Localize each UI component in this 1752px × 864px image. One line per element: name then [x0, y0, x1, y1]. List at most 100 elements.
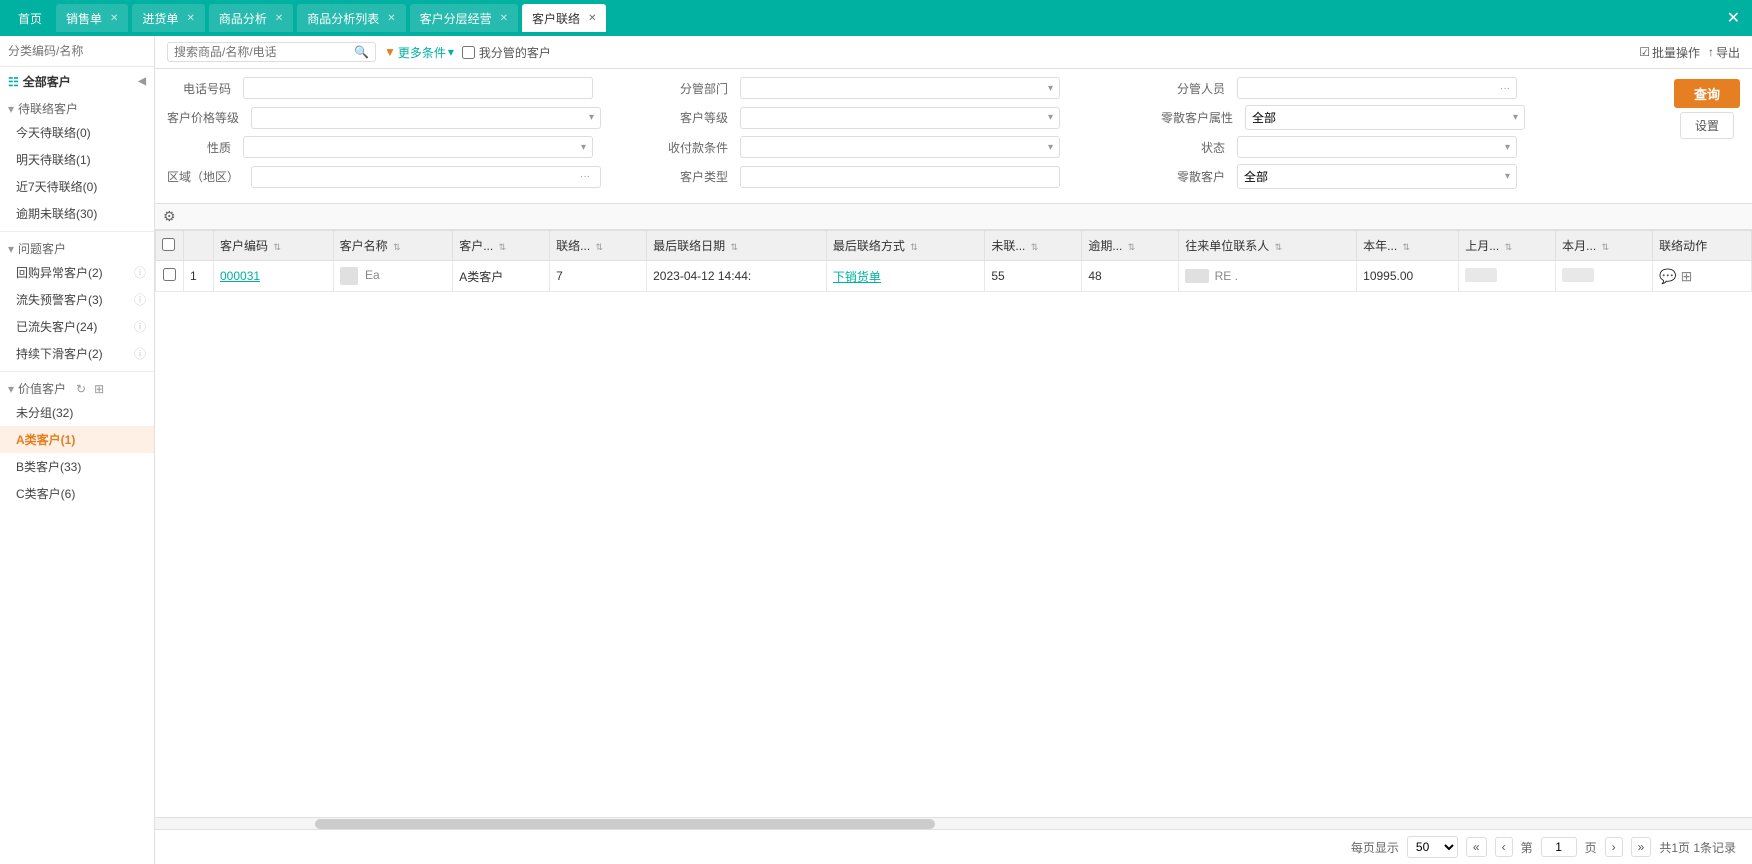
- sidebar-search-input[interactable]: [8, 44, 155, 58]
- nature-select[interactable]: ▾: [243, 136, 593, 158]
- row-name: Ea: [333, 261, 453, 292]
- retail-attr-value: 全部: [1252, 109, 1276, 126]
- link-action-icon[interactable]: ⊞: [1681, 268, 1693, 285]
- filter-search-wrap: 🔍: [167, 42, 376, 62]
- sort-grade-icon[interactable]: ⇅: [499, 242, 507, 252]
- sort-last-method-icon[interactable]: ⇅: [910, 242, 918, 252]
- pagination-bar: 每页显示 50 10 20 100 « ‹ 第 页 › » 共1页 1条记录: [155, 829, 1752, 864]
- sort-contact-icon[interactable]: ⇅: [596, 242, 604, 252]
- filter-more-btn[interactable]: ▼ 更多条件 ▾: [384, 44, 454, 61]
- col-last-month[interactable]: 上月... ⇅: [1459, 231, 1556, 261]
- close-tab-purchase[interactable]: ✕: [186, 13, 194, 24]
- row-code[interactable]: 000031: [214, 261, 334, 292]
- col-liaison[interactable]: 往来单位联系人 ⇅: [1179, 231, 1357, 261]
- select-all-checkbox[interactable]: [162, 238, 175, 251]
- payment-select[interactable]: ▾: [740, 136, 1060, 158]
- row-checkbox[interactable]: [163, 268, 176, 281]
- export-btn[interactable]: ↑ 导出: [1708, 44, 1740, 61]
- filter-my-customers[interactable]: 我分管的客户: [462, 44, 551, 61]
- refresh-icon[interactable]: ↻: [76, 382, 86, 396]
- sort-code-icon[interactable]: ⇅: [273, 242, 281, 252]
- col-contact[interactable]: 联络... ⇅: [550, 231, 647, 261]
- filter-search-input[interactable]: [174, 45, 354, 59]
- sort-overdue-icon[interactable]: ⇅: [1128, 242, 1136, 252]
- sidebar-item-7days[interactable]: 近7天待联络(0): [0, 173, 154, 200]
- sidebar-item-unclassified[interactable]: 未分组(32): [0, 399, 154, 426]
- row-last-method[interactable]: 下销货单: [826, 261, 984, 292]
- col-grade[interactable]: 客户... ⇅: [453, 231, 550, 261]
- sidebar-item-overdue[interactable]: 逾期未联络(30): [0, 200, 154, 227]
- nav-tab-analysis-list[interactable]: 商品分析列表 ✕: [297, 4, 405, 32]
- customer-grade-select[interactable]: ▾: [740, 107, 1060, 129]
- prev-page-btn[interactable]: ‹: [1495, 837, 1513, 857]
- close-all-tabs[interactable]: ✕: [1727, 8, 1740, 28]
- nav-tab-purchase[interactable]: 进货单 ✕: [132, 4, 204, 32]
- dept-select[interactable]: ▾: [740, 77, 1060, 99]
- sort-thismonth-icon[interactable]: ⇅: [1602, 242, 1610, 252]
- sidebar-item-repurchase-abnormal[interactable]: 回购异常客户(2) ⓘ: [0, 259, 154, 286]
- horizontal-scrollbar[interactable]: [155, 817, 1752, 829]
- gear-icon[interactable]: ⚙: [163, 208, 176, 225]
- close-tab-customer-contact[interactable]: ✕: [588, 13, 596, 24]
- settings-button[interactable]: 设置: [1680, 112, 1734, 139]
- sidebar-item-churned[interactable]: 已流失客户(24) ⓘ: [0, 313, 154, 340]
- first-page-btn[interactable]: «: [1466, 837, 1487, 857]
- col-code[interactable]: 客户编码 ⇅: [214, 231, 334, 261]
- next-page-btn[interactable]: ›: [1605, 837, 1623, 857]
- sort-last-date-icon[interactable]: ⇅: [730, 242, 738, 252]
- sidebar-item-class-c[interactable]: C类客户(6): [0, 480, 154, 507]
- area-select[interactable]: ···: [251, 166, 601, 188]
- sidebar-item-today[interactable]: 今天待联络(0): [0, 119, 154, 146]
- all-customers-section[interactable]: ☷ 全部客户 ◀: [0, 67, 154, 96]
- scrollbar-thumb[interactable]: [315, 819, 935, 829]
- batch-op-btn[interactable]: ☑ 批量操作: [1639, 44, 1700, 61]
- table-scroll[interactable]: 客户编码 ⇅ 客户名称 ⇅ 客户... ⇅: [155, 230, 1752, 817]
- last-page-btn[interactable]: »: [1631, 837, 1652, 857]
- nav-tab-customer-tier[interactable]: 客户分层经营 ✕: [410, 4, 518, 32]
- close-tab-analysis-list[interactable]: ✕: [387, 13, 395, 24]
- sidebar-item-class-a[interactable]: A类客户(1): [0, 426, 154, 453]
- sort-year-icon[interactable]: ⇅: [1403, 242, 1411, 252]
- settings-icon[interactable]: ⊞: [94, 382, 104, 396]
- col-name[interactable]: 客户名称 ⇅: [333, 231, 453, 261]
- row-checkbox-cell[interactable]: [156, 261, 184, 292]
- retail-customer-select[interactable]: 全部▾: [1237, 164, 1517, 189]
- col-select-all[interactable]: [156, 231, 184, 261]
- col-uncontacted[interactable]: 未联... ⇅: [985, 231, 1082, 261]
- row-uncontacted: 55: [985, 261, 1082, 292]
- sidebar-item-tomorrow[interactable]: 明天待联络(1): [0, 146, 154, 173]
- col-year-amount[interactable]: 本年... ⇅: [1357, 231, 1459, 261]
- close-tab-sales[interactable]: ✕: [110, 13, 118, 24]
- sort-name-icon[interactable]: ⇅: [393, 242, 401, 252]
- sort-uncontacted-icon[interactable]: ⇅: [1031, 242, 1039, 252]
- sort-lastmonth-icon[interactable]: ⇅: [1505, 242, 1513, 252]
- close-tab-customer-tier[interactable]: ✕: [500, 13, 508, 24]
- collapse-icon[interactable]: ◀: [138, 76, 146, 87]
- nav-tab-analysis[interactable]: 商品分析 ✕: [209, 4, 293, 32]
- my-customers-checkbox[interactable]: [462, 46, 475, 59]
- col-overdue[interactable]: 逾期... ⇅: [1082, 231, 1179, 261]
- phone-input[interactable]: [243, 77, 593, 99]
- sidebar-item-churn-warning[interactable]: 流失预警客户(3) ⓘ: [0, 286, 154, 313]
- col-last-date[interactable]: 最后联络日期 ⇅: [647, 231, 827, 261]
- nav-tab-sales[interactable]: 销售单 ✕: [56, 4, 128, 32]
- sort-liaison-icon[interactable]: ⇅: [1275, 242, 1283, 252]
- page-size-select[interactable]: 50 10 20 100: [1407, 836, 1458, 858]
- price-grade-select[interactable]: ▾: [251, 107, 601, 129]
- note-action-icon[interactable]: 💬: [1659, 268, 1676, 285]
- col-last-method[interactable]: 最后联络方式 ⇅: [826, 231, 984, 261]
- status-label: 状态: [1161, 139, 1231, 156]
- filter-search-icon[interactable]: 🔍: [354, 45, 369, 59]
- query-button[interactable]: 查询: [1674, 79, 1740, 108]
- nav-home[interactable]: 首页: [8, 4, 52, 32]
- staff-select[interactable]: ···: [1237, 77, 1517, 99]
- retail-attr-select[interactable]: 全部▾: [1245, 105, 1525, 130]
- col-this-month[interactable]: 本月... ⇅: [1556, 231, 1653, 261]
- nav-tab-customer-contact[interactable]: 客户联络 ✕: [522, 4, 606, 32]
- sidebar-item-class-b[interactable]: B类客户(33): [0, 453, 154, 480]
- customer-type-select[interactable]: [740, 166, 1060, 188]
- page-number-input[interactable]: [1541, 837, 1577, 857]
- status-select[interactable]: ▾: [1237, 136, 1517, 158]
- sidebar-item-declining[interactable]: 持续下滑客户(2) ⓘ: [0, 340, 154, 367]
- close-tab-analysis[interactable]: ✕: [275, 13, 283, 24]
